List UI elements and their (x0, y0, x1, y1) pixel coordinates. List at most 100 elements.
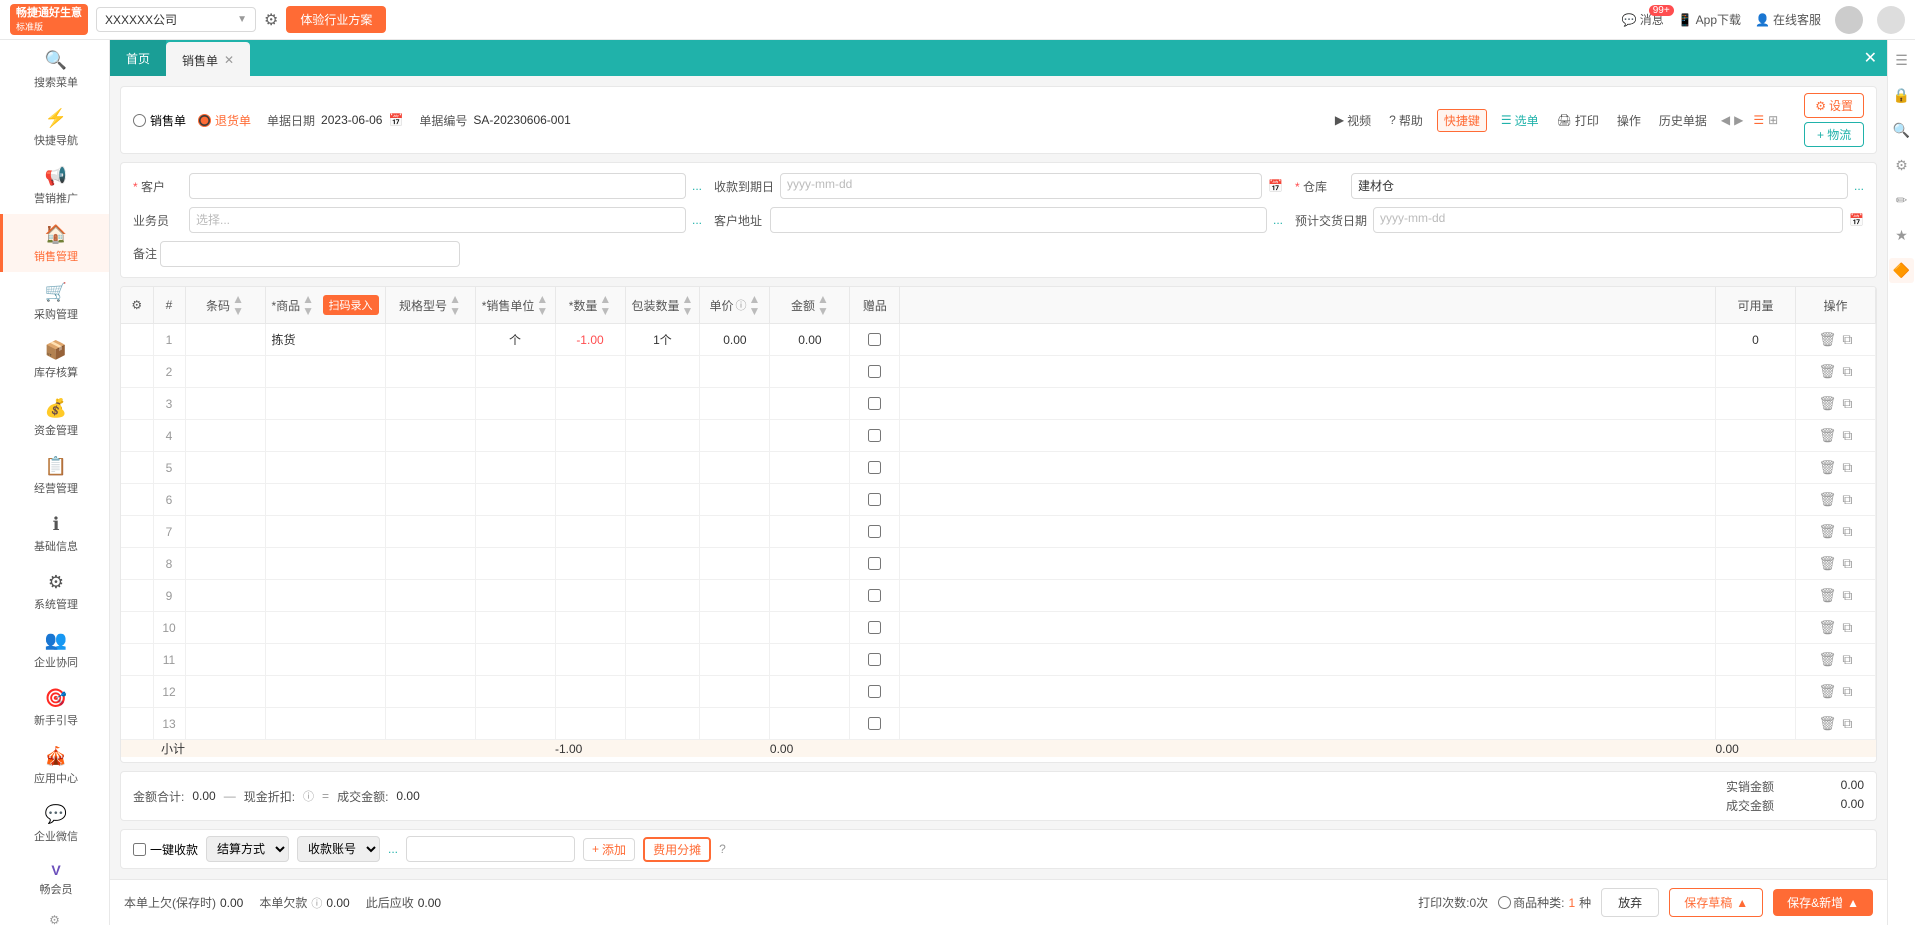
copy-icon[interactable]: ⧉ (1842, 395, 1852, 412)
app-download-button[interactable]: 📱 App下载 (1678, 11, 1741, 28)
gift-checkbox[interactable] (868, 557, 881, 570)
row-price[interactable]: 0.00 (700, 324, 770, 356)
payment-dots-btn[interactable]: ... (388, 842, 398, 856)
gift-checkbox[interactable] (868, 589, 881, 602)
gift-checkbox[interactable] (868, 397, 881, 410)
settings-button[interactable]: ⚙ 设置 (1804, 93, 1864, 118)
row-pack[interactable]: 1个 (625, 324, 700, 356)
row-gift[interactable] (850, 420, 900, 452)
gift-checkbox[interactable] (868, 365, 881, 378)
row-barcode[interactable] (185, 452, 265, 484)
scan-button[interactable]: 扫码录入 (323, 295, 379, 315)
row-product[interactable] (265, 356, 385, 388)
row-price[interactable] (700, 484, 770, 516)
rp-icon-5[interactable]: ✏ (1892, 188, 1912, 213)
add-payment-button[interactable]: + 添加 (583, 838, 635, 861)
row-barcode[interactable] (185, 388, 265, 420)
gift-checkbox[interactable] (868, 461, 881, 474)
row-product[interactable] (265, 516, 385, 548)
sidebar-item-system[interactable]: ⚙ 系统管理 (0, 562, 109, 620)
radio-sale-input[interactable] (133, 114, 146, 127)
row-amount[interactable] (770, 356, 850, 388)
row-spec[interactable] (385, 548, 475, 580)
row-qty[interactable] (555, 452, 625, 484)
row-unit[interactable] (475, 388, 555, 420)
row-barcode[interactable] (185, 324, 265, 356)
row-gift[interactable] (850, 452, 900, 484)
row-price[interactable] (700, 356, 770, 388)
payment-method-select[interactable]: 结算方式 (206, 836, 289, 862)
save-draft-button[interactable]: 保存草稿 ▲ (1669, 888, 1763, 917)
product-type-radio-input[interactable] (1498, 896, 1511, 909)
row-spec[interactable] (385, 708, 475, 740)
row-qty[interactable] (555, 612, 625, 644)
row-pack[interactable] (625, 516, 700, 548)
delete-icon[interactable]: 🗑 (1819, 651, 1837, 668)
row-unit[interactable] (475, 452, 555, 484)
sidebar-item-search[interactable]: 🔍 搜索菜单 (0, 40, 109, 98)
row-spec[interactable] (385, 484, 475, 516)
expected-date-input[interactable]: yyyy-mm-dd (1373, 207, 1843, 233)
next-icon[interactable]: ▶ (1734, 113, 1743, 127)
price-info-icon[interactable]: ⓘ (735, 297, 746, 313)
row-spec[interactable] (385, 356, 475, 388)
radio-return-order[interactable]: 退货单 (198, 112, 251, 129)
row-pack[interactable] (625, 644, 700, 676)
row-unit[interactable] (475, 356, 555, 388)
delete-icon[interactable]: 🗑 (1819, 523, 1837, 540)
row-pack[interactable] (625, 548, 700, 580)
tab-home[interactable]: 首页 (110, 40, 166, 76)
copy-icon[interactable]: ⧉ (1842, 363, 1852, 380)
customer-addr-dots-btn[interactable]: ... (1273, 213, 1283, 227)
sidebar-item-basics[interactable]: ℹ 基础信息 (0, 504, 109, 562)
row-qty[interactable]: -1.00 (555, 324, 625, 356)
print-btn[interactable]: 🖨 打印 (1553, 110, 1603, 131)
delete-icon[interactable]: 🗑 (1819, 395, 1837, 412)
discount-info-icon[interactable]: ⓘ (303, 788, 314, 804)
gift-checkbox[interactable] (868, 717, 881, 730)
gift-checkbox[interactable] (868, 685, 881, 698)
rp-icon-7[interactable]: 🔶 (1889, 258, 1914, 283)
row-amount[interactable] (770, 708, 850, 740)
row-gift[interactable] (850, 324, 900, 356)
row-barcode[interactable] (185, 676, 265, 708)
tab-sales-order[interactable]: 销售单 ✕ (166, 42, 250, 78)
row-unit[interactable] (475, 580, 555, 612)
grid-view-icon[interactable]: ⊞ (1768, 113, 1778, 127)
row-price[interactable] (700, 452, 770, 484)
row-barcode[interactable] (185, 356, 265, 388)
gift-checkbox[interactable] (868, 653, 881, 666)
row-qty[interactable] (555, 548, 625, 580)
due-date-calendar-icon[interactable]: 📅 (1268, 179, 1283, 193)
row-pack[interactable] (625, 388, 700, 420)
shortcut-btn[interactable]: 快捷键 (1437, 109, 1487, 132)
user-avatar[interactable] (1835, 6, 1863, 34)
gift-checkbox[interactable] (868, 493, 881, 506)
sidebar-item-finance[interactable]: 💰 资金管理 (0, 388, 109, 446)
rp-icon-6[interactable]: ★ (1891, 223, 1912, 248)
row-qty[interactable] (555, 388, 625, 420)
row-spec[interactable] (385, 420, 475, 452)
debt-info-icon[interactable]: ⓘ (311, 895, 322, 911)
expense-tab-button[interactable]: 费用分摊 (643, 837, 711, 862)
row-product[interactable]: 拣货 (265, 324, 385, 356)
sidebar-item-vip[interactable]: V 畅会员 (0, 852, 109, 905)
customer-dots-btn[interactable]: ... (692, 179, 702, 193)
rp-icon-3[interactable]: 🔍 (1889, 118, 1914, 143)
row-gift[interactable] (850, 484, 900, 516)
payment-account-select[interactable]: 收款账号 (297, 836, 380, 862)
row-amount[interactable] (770, 644, 850, 676)
delete-icon[interactable]: 🗑 (1819, 619, 1837, 636)
row-amount[interactable]: 0.00 (770, 324, 850, 356)
copy-icon[interactable]: ⧉ (1842, 683, 1852, 700)
sidebar-item-inventory[interactable]: 📦 库存核算 (0, 330, 109, 388)
calendar-icon[interactable]: 📅 (388, 113, 403, 127)
logistics-button[interactable]: + 物流 (1804, 122, 1864, 147)
row-price[interactable] (700, 644, 770, 676)
row-amount[interactable] (770, 484, 850, 516)
row-product[interactable] (265, 580, 385, 612)
row-qty[interactable] (555, 516, 625, 548)
delete-icon[interactable]: 🗑 (1819, 459, 1837, 476)
row-qty[interactable] (555, 580, 625, 612)
row-amount[interactable] (770, 580, 850, 612)
